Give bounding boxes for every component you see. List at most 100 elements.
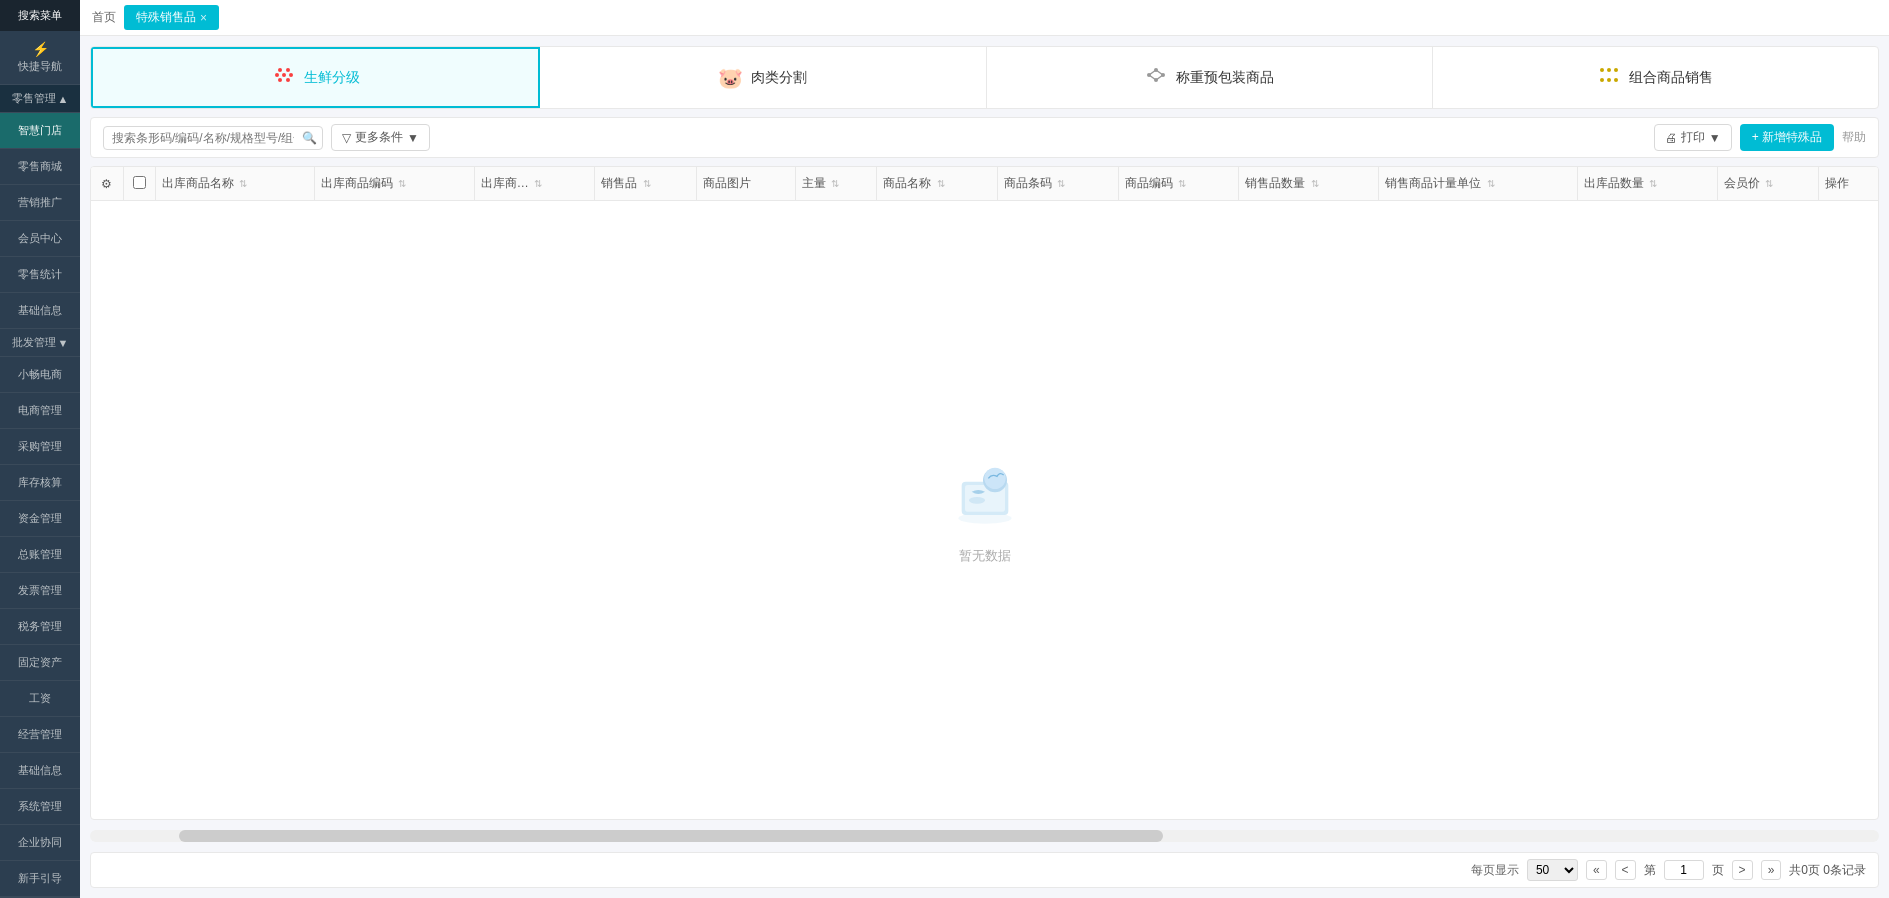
fresh-grade-icon: [272, 63, 296, 92]
sort-icon: ⇅: [534, 178, 542, 189]
column-sale-unit[interactable]: 销售商品计量单位 ⇅: [1379, 167, 1578, 201]
tab-fresh-grade[interactable]: 生鲜分级: [91, 47, 540, 108]
empty-state: 暂无数据: [91, 201, 1878, 819]
sidebar-item-wholesale-mgmt[interactable]: 批发管理 ▼: [0, 329, 80, 357]
per-page-select[interactable]: 50 10 20 100: [1527, 859, 1578, 881]
svg-point-3: [278, 68, 282, 72]
sidebar-item-finance-mgmt[interactable]: 资金管理: [0, 501, 80, 537]
sidebar-item-label: 总账管理: [18, 547, 62, 562]
active-tab[interactable]: 特殊销售品 ×: [124, 5, 219, 30]
sidebar-item-label: 基础信息: [18, 303, 62, 318]
column-out-qty[interactable]: 出库品数量 ⇅: [1577, 167, 1717, 201]
svg-point-20: [1614, 78, 1618, 82]
svg-point-26: [969, 497, 985, 504]
help-button[interactable]: 帮助: [1842, 129, 1866, 146]
column-product-img: 商品图片: [696, 167, 795, 201]
filter-button[interactable]: ▽ 更多条件 ▼: [331, 124, 430, 151]
print-button[interactable]: 🖨 打印 ▼: [1654, 124, 1732, 151]
sidebar-logo[interactable]: 搜索菜单: [0, 0, 80, 31]
tab-meat-cut[interactable]: 🐷 肉类分割: [540, 47, 986, 108]
weigh-pack-icon: [1144, 63, 1168, 92]
search-wrap: 🔍: [103, 126, 323, 150]
tab-weigh-pack[interactable]: 称重预包装商品: [987, 47, 1433, 108]
sort-icon: ⇅: [239, 178, 247, 189]
sidebar-item-invoice-mgmt[interactable]: 发票管理: [0, 573, 80, 609]
sidebar-item-inventory[interactable]: 库存核算: [0, 465, 80, 501]
column-out-name[interactable]: 出库商品名称 ⇅: [155, 167, 315, 201]
column-settings[interactable]: ⚙: [91, 167, 123, 201]
data-table: ⚙ 出库商品名称 ⇅ 出库商品编码 ⇅: [91, 167, 1878, 201]
sort-icon: ⇅: [1311, 178, 1319, 189]
column-checkbox[interactable]: [123, 167, 155, 201]
column-product-code[interactable]: 商品编码 ⇅: [1118, 167, 1239, 201]
prev-page-button[interactable]: <: [1615, 860, 1636, 880]
column-actions: 操作: [1819, 167, 1878, 201]
column-out-spec[interactable]: 出库商… ⇅: [474, 167, 595, 201]
toolbar-right: 🖨 打印 ▼ + 新增特殊品 帮助: [1654, 124, 1866, 151]
page-label: 第: [1644, 862, 1656, 879]
sidebar-item-quick-nav[interactable]: ⚡ 快捷导航: [0, 31, 80, 85]
sidebar-item-retail-mall[interactable]: 零售商城: [0, 149, 80, 185]
last-page-button[interactable]: »: [1761, 860, 1782, 880]
svg-point-1: [282, 73, 286, 77]
sidebar-item-sales-promo[interactable]: 营销推广: [0, 185, 80, 221]
sidebar-item-general-ledger[interactable]: 总账管理: [0, 537, 80, 573]
empty-text: 暂无数据: [959, 547, 1011, 565]
sort-icon: ⇅: [1765, 178, 1773, 189]
category-tabs: 生鲜分级 🐷 肉类分割: [90, 46, 1879, 109]
horizontal-scrollbar[interactable]: [90, 830, 1879, 842]
sidebar-item-basic-info[interactable]: 基础信息: [0, 293, 80, 329]
page-content: 生鲜分级 🐷 肉类分割: [80, 36, 1889, 898]
print-arrow-icon: ▼: [1709, 131, 1721, 145]
svg-line-14: [1149, 75, 1156, 80]
column-sale-qty[interactable]: 销售品数量 ⇅: [1239, 167, 1379, 201]
sort-icon: ⇅: [398, 178, 406, 189]
page-unit: 页: [1712, 862, 1724, 879]
svg-point-6: [286, 78, 290, 82]
sidebar-item-ops-mgmt[interactable]: 经营管理: [0, 717, 80, 753]
sidebar-item-enterprise[interactable]: 企业协同: [0, 825, 80, 861]
sort-icon: ⇅: [643, 178, 651, 189]
sidebar-item-smart-store[interactable]: 智慧门店: [0, 113, 80, 149]
sidebar-item-basic-info2[interactable]: 基础信息: [0, 753, 80, 789]
column-main-weight[interactable]: 主量 ⇅: [795, 167, 877, 201]
tab-combo-sales[interactable]: 组合商品销售: [1433, 47, 1878, 108]
sidebar-item-label: 零售管理: [12, 91, 56, 106]
sidebar-item-new-guide[interactable]: 新手引导: [0, 861, 80, 897]
sidebar-item-label: 快捷导航: [18, 59, 62, 74]
column-sale-item[interactable]: 销售品 ⇅: [595, 167, 696, 201]
print-icon: 🖨: [1665, 131, 1677, 145]
column-barcode[interactable]: 商品条码 ⇅: [997, 167, 1118, 201]
sidebar-item-mini-ecom[interactable]: 小畅电商: [0, 357, 80, 393]
sort-icon: ⇅: [1057, 178, 1065, 189]
sidebar-item-label: 系统管理: [18, 799, 62, 814]
page-input[interactable]: [1664, 860, 1704, 880]
svg-point-16: [1607, 68, 1611, 72]
sidebar-item-retail-mgmt[interactable]: 零售管理 ▲: [0, 85, 80, 113]
expand-icon: ▲: [58, 93, 69, 105]
next-page-button[interactable]: >: [1732, 860, 1753, 880]
select-all-checkbox[interactable]: [133, 176, 146, 189]
empty-icon: [945, 455, 1025, 535]
sidebar-item-tax-mgmt[interactable]: 税务管理: [0, 609, 80, 645]
sidebar-item-salary[interactable]: 工资: [0, 681, 80, 717]
search-input[interactable]: [103, 126, 323, 150]
add-special-product-button[interactable]: + 新增特殊品: [1740, 124, 1834, 151]
first-page-button[interactable]: «: [1586, 860, 1607, 880]
sidebar-item-fixed-assets[interactable]: 固定资产: [0, 645, 80, 681]
sidebar-item-label: 批发管理: [12, 335, 56, 350]
column-product-name[interactable]: 商品名称 ⇅: [877, 167, 998, 201]
meat-cut-icon: 🐷: [718, 66, 743, 90]
close-tab-icon[interactable]: ×: [200, 11, 207, 25]
table-header: ⚙ 出库商品名称 ⇅ 出库商品编码 ⇅: [91, 167, 1878, 201]
toolbar: 🔍 ▽ 更多条件 ▼ 🖨 打印 ▼ + 新增特殊品 帮助: [90, 117, 1879, 158]
sidebar-item-purchase-mgmt[interactable]: 采购管理: [0, 429, 80, 465]
sidebar-item-sys-mgmt[interactable]: 系统管理: [0, 789, 80, 825]
column-out-code[interactable]: 出库商品编码 ⇅: [315, 167, 475, 201]
home-link[interactable]: 首页: [92, 9, 116, 26]
sidebar-item-retail-stats[interactable]: 零售统计: [0, 257, 80, 293]
sidebar-item-ecom-mgmt[interactable]: 电商管理: [0, 393, 80, 429]
column-member-price[interactable]: 会员价 ⇅: [1718, 167, 1819, 201]
sidebar-item-member-center[interactable]: 会员中心: [0, 221, 80, 257]
svg-point-4: [286, 68, 290, 72]
